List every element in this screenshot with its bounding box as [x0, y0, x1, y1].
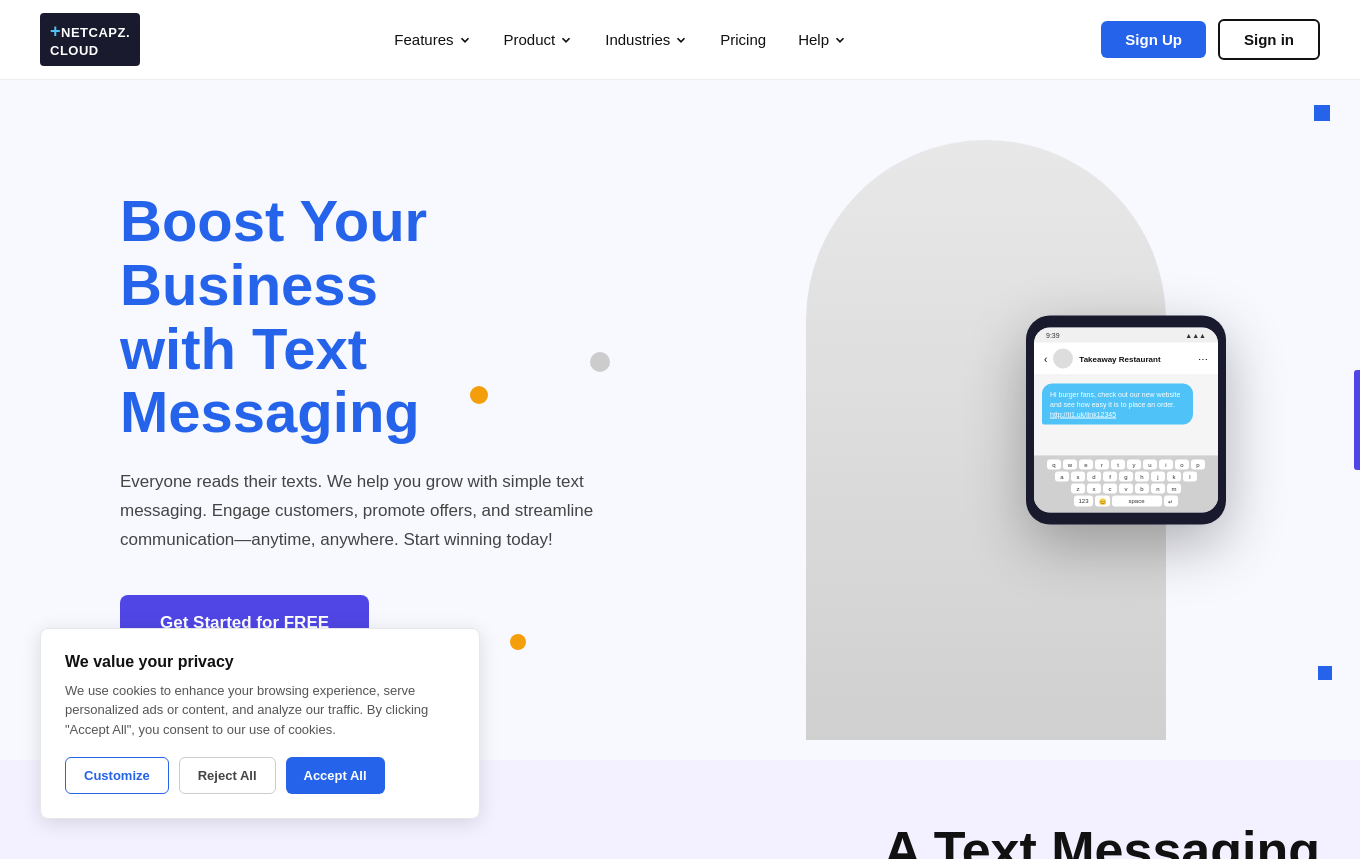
nav-links: Features Product Industries Pricing Help	[382, 23, 859, 56]
reject-button[interactable]: Reject All	[179, 757, 276, 794]
chat-name: Takeaway Restaurant	[1079, 354, 1160, 363]
phone-chat-header: ‹ Takeaway Restaurant ⋯	[1034, 343, 1218, 376]
chat-bubble: Hi burger fans, check out our new websit…	[1042, 384, 1193, 425]
nav-label-product: Product	[504, 31, 556, 48]
teaser-title: A Text Messaging	[40, 820, 1320, 859]
keyboard-row-2: asdfghjkl	[1038, 472, 1214, 482]
logo-box: +NETCAPZ. CLOUD	[40, 13, 140, 66]
phone-status-bar: 9:39 ▲▲▲	[1034, 328, 1218, 343]
keyboard-row-1: qwertyuiop	[1038, 460, 1214, 470]
nav-link-industries[interactable]: Industries	[593, 23, 700, 56]
nav-link-pricing[interactable]: Pricing	[708, 23, 778, 56]
hero-image: 9:39 ▲▲▲ ‹ Takeaway Restaurant ⋯ Hi burg…	[612, 80, 1360, 760]
logo-plus: +	[50, 21, 61, 41]
phone-keyboard: qwertyuiop asdfghjkl zxcvbnm 123😊space↵	[1034, 456, 1218, 513]
chat-avatar	[1053, 349, 1073, 369]
signin-button[interactable]: Sign in	[1218, 19, 1320, 60]
hero-title: Boost Your Business with Text Messaging	[120, 189, 680, 444]
cookie-actions: Customize Reject All Accept All	[65, 757, 455, 794]
hero-person-area: 9:39 ▲▲▲ ‹ Takeaway Restaurant ⋯ Hi burg…	[746, 100, 1226, 740]
phone-icons: ▲▲▲	[1185, 332, 1206, 339]
chevron-down-icon	[674, 33, 688, 47]
cookie-banner: We value your privacy We use cookies to …	[40, 628, 480, 820]
phone-chat-body: Hi burger fans, check out our new websit…	[1034, 376, 1218, 456]
nav-item-industries[interactable]: Industries	[593, 23, 700, 56]
nav-item-features[interactable]: Features	[382, 23, 483, 56]
nav-link-product[interactable]: Product	[492, 23, 586, 56]
keyboard-row-3: zxcvbnm	[1038, 484, 1214, 494]
navbar: +NETCAPZ. CLOUD Features Product Industri…	[0, 0, 1360, 80]
nav-link-features[interactable]: Features	[382, 23, 483, 56]
logo-link[interactable]: +NETCAPZ. CLOUD	[40, 13, 140, 66]
hero-content: Boost Your Business with Text Messaging …	[120, 189, 680, 651]
chat-message: Hi burger fans, check out our new websit…	[1050, 391, 1180, 408]
back-icon: ‹	[1044, 353, 1047, 364]
logo-line1: NETCAPZ.	[61, 25, 130, 40]
nav-item-pricing[interactable]: Pricing	[708, 23, 778, 56]
nav-label-help: Help	[798, 31, 829, 48]
phone-time: 9:39	[1046, 332, 1060, 339]
accept-button[interactable]: Accept All	[286, 757, 385, 794]
nav-actions: Sign Up Sign in	[1101, 19, 1320, 60]
phone-mockup: 9:39 ▲▲▲ ‹ Takeaway Restaurant ⋯ Hi burg…	[1026, 316, 1226, 525]
chevron-down-icon	[559, 33, 573, 47]
nav-label-pricing: Pricing	[720, 31, 766, 48]
hero-subtitle: Everyone reads their texts. We help you …	[120, 468, 620, 555]
chat-link[interactable]: http://ti1.uk/link12345	[1050, 410, 1116, 417]
cookie-title: We value your privacy	[65, 653, 455, 671]
nav-link-help[interactable]: Help	[786, 23, 859, 56]
cookie-text: We use cookies to enhance your browsing …	[65, 681, 455, 740]
logo-line2: CLOUD	[50, 43, 99, 58]
nav-item-product[interactable]: Product	[492, 23, 586, 56]
chevron-down-icon	[458, 33, 472, 47]
keyboard-row-4: 123😊space↵	[1038, 496, 1214, 507]
phone-screen: 9:39 ▲▲▲ ‹ Takeaway Restaurant ⋯ Hi burg…	[1034, 328, 1218, 513]
nav-label-features: Features	[394, 31, 453, 48]
chevron-down-icon	[833, 33, 847, 47]
signup-button[interactable]: Sign Up	[1101, 21, 1206, 58]
nav-item-help[interactable]: Help	[786, 23, 859, 56]
nav-label-industries: Industries	[605, 31, 670, 48]
menu-icon: ⋯	[1198, 353, 1208, 364]
customize-button[interactable]: Customize	[65, 757, 169, 794]
